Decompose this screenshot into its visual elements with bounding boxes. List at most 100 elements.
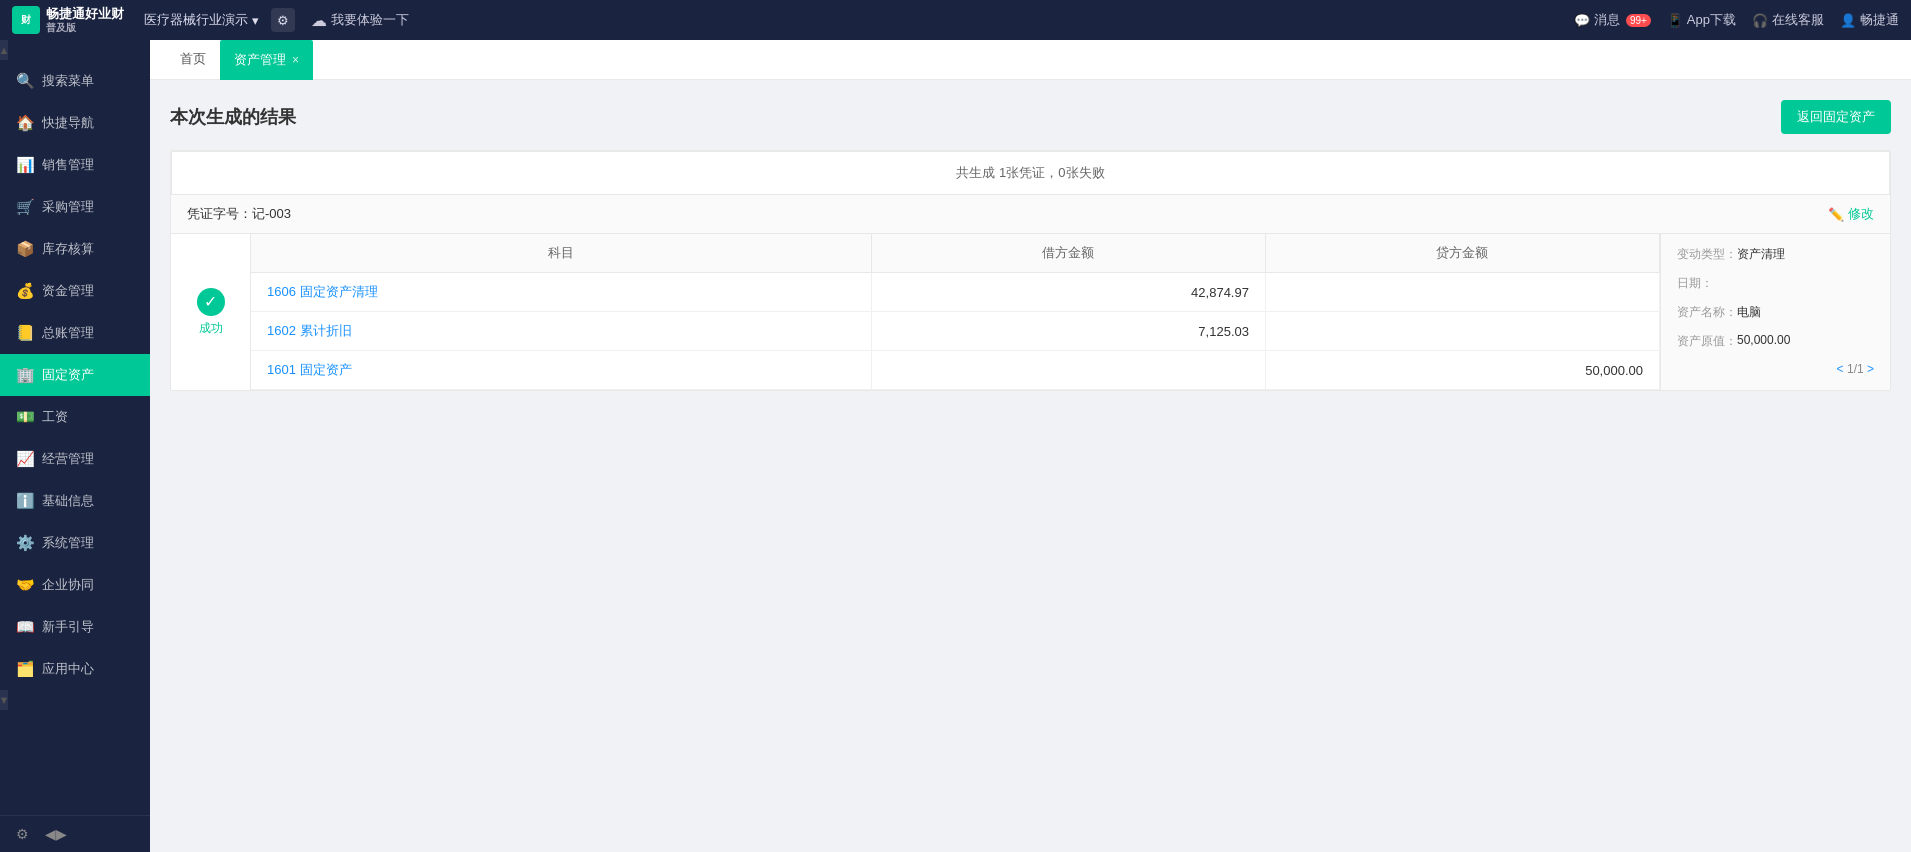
tab-close-icon[interactable]: × <box>292 54 299 66</box>
subject-cell: 1601 固定资产 <box>251 351 871 390</box>
next-page-button[interactable]: > <box>1867 362 1874 376</box>
sidebar-item-ledger[interactable]: 📒 总账管理 <box>0 312 150 354</box>
edit-icon: ✏️ <box>1828 207 1844 222</box>
pagination: < 1/1 > <box>1677 362 1874 376</box>
debit-cell <box>871 351 1265 390</box>
sidebar-item-guide[interactable]: 📖 新手引导 <box>0 606 150 648</box>
sidebar-item-search[interactable]: 🔍 搜索菜单 <box>0 60 150 102</box>
page-info: 1/1 <box>1847 362 1867 376</box>
sidebar-item-purchase[interactable]: 🛒 采购管理 <box>0 186 150 228</box>
sidebar-item-sales[interactable]: 📊 销售管理 <box>0 144 150 186</box>
sidebar-item-label: 库存核算 <box>42 240 94 258</box>
sidebar-item-fixed-assets[interactable]: 🏢 固定资产 <box>0 354 150 396</box>
page-header: 本次生成的结果 返回固定资产 <box>170 100 1891 134</box>
trending-icon: 📈 <box>16 450 34 468</box>
logo-sub-text: 普及版 <box>46 22 124 34</box>
sidebar-item-label: 基础信息 <box>42 492 94 510</box>
chevron-down-icon: ▾ <box>252 13 259 28</box>
date-label: 日期： <box>1677 275 1737 292</box>
cloud-icon: ☁ <box>311 11 327 30</box>
sidebar-scroll-up[interactable]: ▲ <box>0 40 8 60</box>
sidebar-item-label: 总账管理 <box>42 324 94 342</box>
credit-cell <box>1265 312 1659 351</box>
success-indicator: ✓ 成功 <box>181 272 241 353</box>
edit-label: 修改 <box>1848 205 1874 223</box>
date-row: 日期： <box>1677 275 1874 292</box>
search-icon: 🔍 <box>16 72 34 90</box>
side-info-panel: 变动类型： 资产清理 日期： 资产名称： 电脑 资产原值： <box>1660 234 1890 390</box>
messages-button[interactable]: 💬 消息 99+ <box>1574 11 1651 29</box>
apps-icon: 🗂️ <box>16 660 34 678</box>
tab-home-label: 首页 <box>180 50 206 68</box>
home-icon: 🏠 <box>16 114 34 132</box>
page-content: 本次生成的结果 返回固定资产 共生成 1张凭证，0张失败 凭证字号：记-003 … <box>150 80 1911 852</box>
info-icon: ℹ️ <box>16 492 34 510</box>
sidebar-item-label: 固定资产 <box>42 366 94 384</box>
messages-badge: 99+ <box>1626 14 1651 27</box>
app-download-label: App下载 <box>1687 11 1736 29</box>
sidebar-item-operations[interactable]: 📈 经营管理 <box>0 438 150 480</box>
debit-cell: 42,874.97 <box>871 273 1265 312</box>
project-settings-button[interactable]: ⚙ <box>271 8 295 32</box>
online-service-button[interactable]: 🎧 在线客服 <box>1752 11 1824 29</box>
voucher-container: 共生成 1张凭证，0张失败 凭证字号：记-003 ✏️ 修改 <box>170 150 1891 391</box>
sidebar-item-label: 采购管理 <box>42 198 94 216</box>
user-profile-button[interactable]: 👤 畅捷通 <box>1840 11 1899 29</box>
prev-page-button[interactable]: < <box>1837 362 1844 376</box>
online-service-label: 在线客服 <box>1772 11 1824 29</box>
book-icon: 📒 <box>16 324 34 342</box>
sidebar-item-enterprise[interactable]: 🤝 企业协同 <box>0 564 150 606</box>
feedback-label: 我要体验一下 <box>331 11 409 29</box>
download-icon: 📱 <box>1667 13 1683 28</box>
table-row: 1601 固定资产 50,000.00 <box>251 351 1660 390</box>
sidebar-item-basic-info[interactable]: ℹ️ 基础信息 <box>0 480 150 522</box>
sidebar-item-app-center[interactable]: 🗂️ 应用中心 <box>0 648 150 690</box>
original-value-value: 50,000.00 <box>1737 333 1790 347</box>
credit-cell: 50,000.00 <box>1265 351 1659 390</box>
tab-home[interactable]: 首页 <box>166 40 220 80</box>
back-to-fixed-assets-button[interactable]: 返回固定资产 <box>1781 100 1891 134</box>
sidebar-item-payroll[interactable]: 💵 工资 <box>0 396 150 438</box>
sidebar-item-label: 应用中心 <box>42 660 94 678</box>
app-logo: 财 畅捷通好业财 普及版 <box>12 6 124 34</box>
sidebar-item-inventory[interactable]: 📦 库存核算 <box>0 228 150 270</box>
gear-icon: ⚙️ <box>16 534 34 552</box>
top-bar-right: 💬 消息 99+ 📱 App下载 🎧 在线客服 👤 畅捷通 <box>1574 11 1899 29</box>
subject-cell: 1602 累计折旧 <box>251 312 871 351</box>
tabs-bar: 首页 资产管理 × <box>150 40 1911 80</box>
sidebar-bottom: ⚙ ◀▶ <box>0 815 150 852</box>
col-credit: 贷方金额 <box>1265 234 1659 273</box>
messages-label: 消息 <box>1594 11 1620 29</box>
sidebar-item-label: 经营管理 <box>42 450 94 468</box>
money-icon: 💰 <box>16 282 34 300</box>
sidebar-item-quick-nav[interactable]: 🏠 快捷导航 <box>0 102 150 144</box>
message-icon: 💬 <box>1574 13 1590 28</box>
sidebar-item-label: 资金管理 <box>42 282 94 300</box>
credit-cell <box>1265 273 1659 312</box>
building-icon: 🏢 <box>16 366 34 384</box>
sidebar-item-system[interactable]: ⚙️ 系统管理 <box>0 522 150 564</box>
col-subject: 科目 <box>251 234 871 273</box>
success-text: 成功 <box>199 320 223 337</box>
main-layout: ▲ 🔍 搜索菜单 🏠 快捷导航 📊 销售管理 🛒 采购管理 📦 库存核算 💰 资… <box>0 40 1911 852</box>
logo-main-text: 畅捷通好业财 <box>46 6 124 22</box>
cart-icon: 🛒 <box>16 198 34 216</box>
handshake-icon: 🤝 <box>16 576 34 594</box>
settings-bottom-button[interactable]: ⚙ <box>16 826 29 842</box>
tab-asset-management[interactable]: 资产管理 × <box>220 40 313 80</box>
original-value-row: 资产原值： 50,000.00 <box>1677 333 1874 350</box>
collapse-button[interactable]: ◀▶ <box>45 826 67 842</box>
edit-voucher-button[interactable]: ✏️ 修改 <box>1828 205 1874 223</box>
asset-name-row: 资产名称： 电脑 <box>1677 304 1874 321</box>
col-debit: 借方金额 <box>871 234 1265 273</box>
feedback-button[interactable]: ☁ 我要体验一下 <box>311 11 409 30</box>
sidebar-scroll-down[interactable]: ▼ <box>0 690 8 710</box>
project-selector[interactable]: 医疗器械行业演示 ▾ ⚙ <box>144 8 295 32</box>
sidebar-item-funds[interactable]: 💰 资金管理 <box>0 270 150 312</box>
guide-icon: 📖 <box>16 618 34 636</box>
app-download-button[interactable]: 📱 App下载 <box>1667 11 1736 29</box>
sidebar: ▲ 🔍 搜索菜单 🏠 快捷导航 📊 销售管理 🛒 采购管理 📦 库存核算 💰 资… <box>0 40 150 852</box>
asset-name-value: 电脑 <box>1737 304 1761 321</box>
table-row: 1602 累计折旧 7,125.03 <box>251 312 1660 351</box>
table-row: 1606 固定资产清理 42,874.97 <box>251 273 1660 312</box>
